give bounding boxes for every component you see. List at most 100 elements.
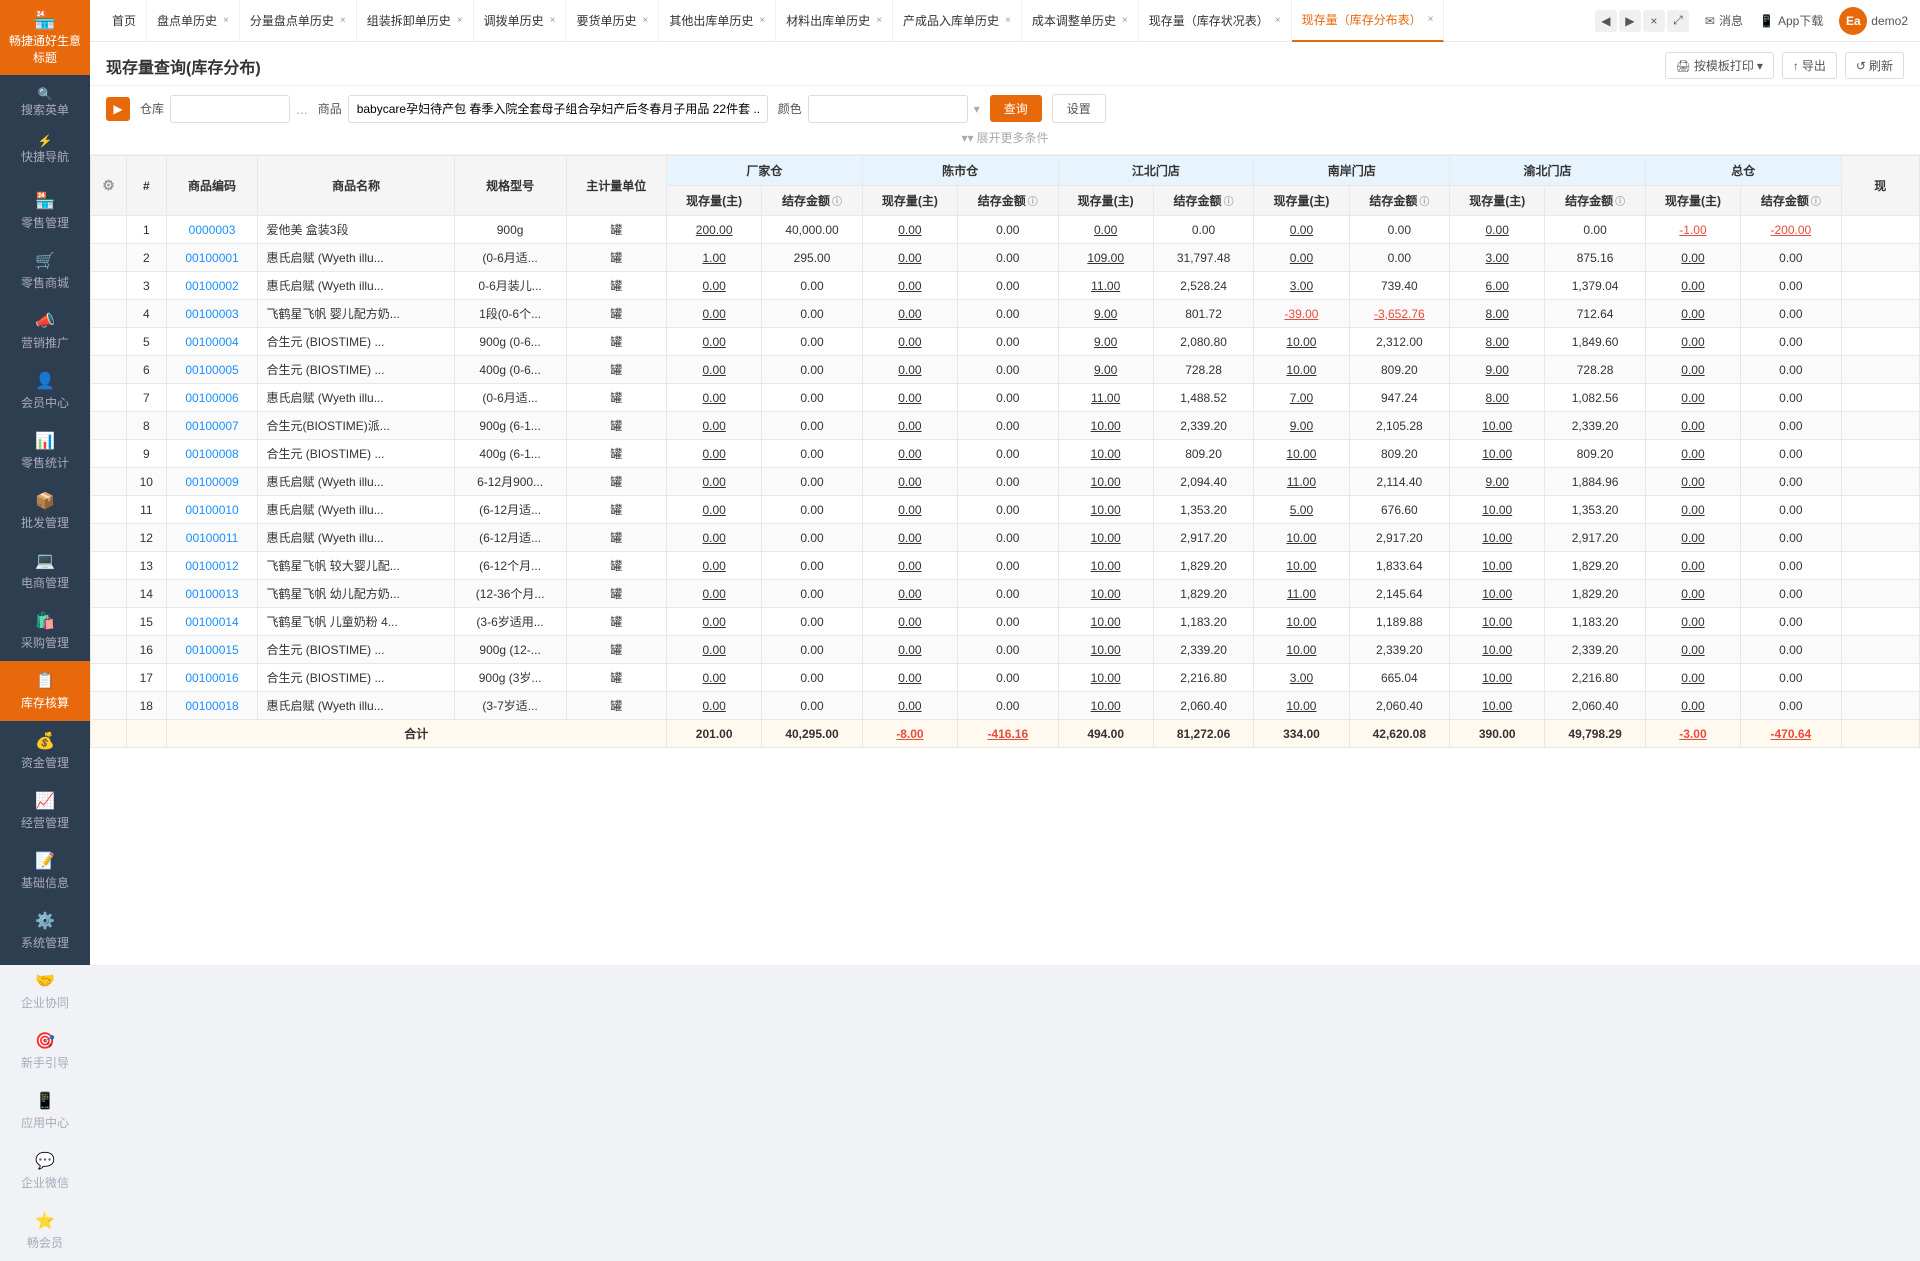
- row-code-0[interactable]: 0000003: [166, 216, 258, 244]
- row-chen-qty-16[interactable]: 0.00: [862, 664, 957, 692]
- row-na-qty-7[interactable]: 9.00: [1254, 412, 1349, 440]
- row-jb-qty-9[interactable]: 10.00: [1058, 468, 1153, 496]
- row-code-15[interactable]: 00100015: [166, 636, 258, 664]
- sidebar-item-system[interactable]: ⚙️ 系统管理: [0, 901, 90, 961]
- row-code-11[interactable]: 00100011: [166, 524, 258, 552]
- row-code-4[interactable]: 00100004: [166, 328, 258, 356]
- row-na-qty-14[interactable]: 10.00: [1254, 608, 1349, 636]
- row-fac-qty-15[interactable]: 0.00: [667, 636, 762, 664]
- row-fac-qty-7[interactable]: 0.00: [667, 412, 762, 440]
- row-jb-qty-3[interactable]: 9.00: [1058, 300, 1153, 328]
- row-tot-qty-15[interactable]: 0.00: [1645, 636, 1740, 664]
- row-code-9[interactable]: 00100009: [166, 468, 258, 496]
- row-na-qty-13[interactable]: 11.00: [1254, 580, 1349, 608]
- row-yb-qty-8[interactable]: 10.00: [1450, 440, 1545, 468]
- sidebar-item-inventory[interactable]: 📋 库存核算: [0, 661, 90, 721]
- nav-prev-arrow[interactable]: ◀: [1595, 10, 1617, 32]
- row-yb-qty-12[interactable]: 10.00: [1450, 552, 1545, 580]
- topbar-tab-product-in[interactable]: 产成品入库单历史 ×: [893, 0, 1022, 42]
- tab-batch-point-close[interactable]: ×: [340, 15, 346, 26]
- sidebar-logo[interactable]: 🏪 畅捷通好生意 标题: [0, 0, 90, 75]
- sidebar-item-corpwechat[interactable]: 💬 企业微信: [0, 1141, 90, 1201]
- jb-amt-info[interactable]: ⓘ: [1224, 197, 1234, 208]
- row-fac-qty-5[interactable]: 0.00: [667, 356, 762, 384]
- row-fac-qty-10[interactable]: 0.00: [667, 496, 762, 524]
- row-yb-qty-17[interactable]: 10.00: [1450, 692, 1545, 720]
- row-na-qty-3[interactable]: -39.00: [1254, 300, 1349, 328]
- warehouse-input[interactable]: [170, 95, 290, 123]
- row-tot-qty-13[interactable]: 0.00: [1645, 580, 1740, 608]
- row-jb-qty-8[interactable]: 10.00: [1058, 440, 1153, 468]
- print-button[interactable]: 🖨 按模板打印 ▾: [1665, 52, 1774, 79]
- row-fac-qty-11[interactable]: 0.00: [667, 524, 762, 552]
- row-chen-qty-8[interactable]: 0.00: [862, 440, 957, 468]
- row-jb-qty-4[interactable]: 9.00: [1058, 328, 1153, 356]
- row-code-12[interactable]: 00100012: [166, 552, 258, 580]
- row-yb-qty-4[interactable]: 8.00: [1450, 328, 1545, 356]
- row-code-10[interactable]: 00100010: [166, 496, 258, 524]
- tot-amt-info[interactable]: ⓘ: [1811, 197, 1821, 208]
- sidebar-item-member[interactable]: 👤 会员中心: [0, 361, 90, 421]
- row-na-qty-10[interactable]: 5.00: [1254, 496, 1349, 524]
- row-jb-qty-12[interactable]: 10.00: [1058, 552, 1153, 580]
- sidebar-item-search[interactable]: 🔍 搜索英单: [0, 75, 90, 126]
- row-yb-qty-5[interactable]: 9.00: [1450, 356, 1545, 384]
- row-na-qty-6[interactable]: 7.00: [1254, 384, 1349, 412]
- row-tot-qty-1[interactable]: 0.00: [1645, 244, 1740, 272]
- topbar-tab-point-history[interactable]: 盘点单历史 ×: [147, 0, 240, 42]
- row-chen-qty-12[interactable]: 0.00: [862, 552, 957, 580]
- nav-next-arrow[interactable]: ▶: [1619, 10, 1641, 32]
- sidebar-item-batch-mgmt[interactable]: 📦 批发管理: [0, 481, 90, 541]
- topbar-tab-assembly[interactable]: 组装拆卸单历史 ×: [357, 0, 474, 42]
- row-na-qty-16[interactable]: 3.00: [1254, 664, 1349, 692]
- row-fac-qty-4[interactable]: 0.00: [667, 328, 762, 356]
- row-na-qty-5[interactable]: 10.00: [1254, 356, 1349, 384]
- row-na-qty-1[interactable]: 0.00: [1254, 244, 1349, 272]
- tab-stock-status-close[interactable]: ×: [1275, 15, 1281, 26]
- tab-other-out-close[interactable]: ×: [759, 15, 765, 26]
- row-jb-qty-11[interactable]: 10.00: [1058, 524, 1153, 552]
- row-code-1[interactable]: 00100001: [166, 244, 258, 272]
- row-code-16[interactable]: 00100016: [166, 664, 258, 692]
- row-yb-qty-0[interactable]: 0.00: [1450, 216, 1545, 244]
- row-tot-qty-2[interactable]: 0.00: [1645, 272, 1740, 300]
- sidebar-item-retail-store[interactable]: 🛒 零售商城: [0, 241, 90, 301]
- warehouse-ellipsis[interactable]: ...: [296, 101, 308, 117]
- row-fac-qty-9[interactable]: 0.00: [667, 468, 762, 496]
- row-jb-qty-7[interactable]: 10.00: [1058, 412, 1153, 440]
- na-amt-info[interactable]: ⓘ: [1419, 197, 1429, 208]
- row-tot-qty-0[interactable]: -1.00: [1645, 216, 1740, 244]
- row-jb-qty-6[interactable]: 11.00: [1058, 384, 1153, 412]
- row-code-3[interactable]: 00100003: [166, 300, 258, 328]
- row-tot-qty-9[interactable]: 0.00: [1645, 468, 1740, 496]
- row-jb-qty-17[interactable]: 10.00: [1058, 692, 1153, 720]
- row-chen-qty-14[interactable]: 0.00: [862, 608, 957, 636]
- row-yb-qty-3[interactable]: 8.00: [1450, 300, 1545, 328]
- tab-requisition-close[interactable]: ×: [642, 15, 648, 26]
- row-na-qty-0[interactable]: 0.00: [1254, 216, 1349, 244]
- row-na-qty-2[interactable]: 3.00: [1254, 272, 1349, 300]
- row-tot-qty-3[interactable]: 0.00: [1645, 300, 1740, 328]
- sidebar-item-ecommerce[interactable]: 💻 电商管理: [0, 541, 90, 601]
- filter-toggle[interactable]: ▶: [106, 97, 130, 121]
- tab-transfer-close[interactable]: ×: [550, 15, 556, 26]
- topbar-tab-stock-dist[interactable]: 现存量（库存分布表） ×: [1292, 0, 1445, 42]
- nav-fullscreen-arrow[interactable]: ⤢: [1667, 10, 1689, 32]
- tab-assembly-close[interactable]: ×: [457, 15, 463, 26]
- row-yb-qty-9[interactable]: 9.00: [1450, 468, 1545, 496]
- row-jb-qty-15[interactable]: 10.00: [1058, 636, 1153, 664]
- yb-amt-info[interactable]: ⓘ: [1615, 197, 1625, 208]
- refresh-button[interactable]: ↺ 刷新: [1845, 52, 1904, 79]
- row-na-qty-11[interactable]: 10.00: [1254, 524, 1349, 552]
- sidebar-item-basic[interactable]: 📝 基础信息: [0, 841, 90, 901]
- row-tot-qty-16[interactable]: 0.00: [1645, 664, 1740, 692]
- row-na-qty-9[interactable]: 11.00: [1254, 468, 1349, 496]
- topbar-tab-cost-adjust[interactable]: 成本调整单历史 ×: [1022, 0, 1139, 42]
- row-chen-qty-10[interactable]: 0.00: [862, 496, 957, 524]
- row-chen-qty-11[interactable]: 0.00: [862, 524, 957, 552]
- row-tot-qty-6[interactable]: 0.00: [1645, 384, 1740, 412]
- sidebar-item-purchase[interactable]: 🛍️ 采购管理: [0, 601, 90, 661]
- row-fac-qty-6[interactable]: 0.00: [667, 384, 762, 412]
- tab-point-history-close[interactable]: ×: [223, 15, 229, 26]
- row-chen-qty-9[interactable]: 0.00: [862, 468, 957, 496]
